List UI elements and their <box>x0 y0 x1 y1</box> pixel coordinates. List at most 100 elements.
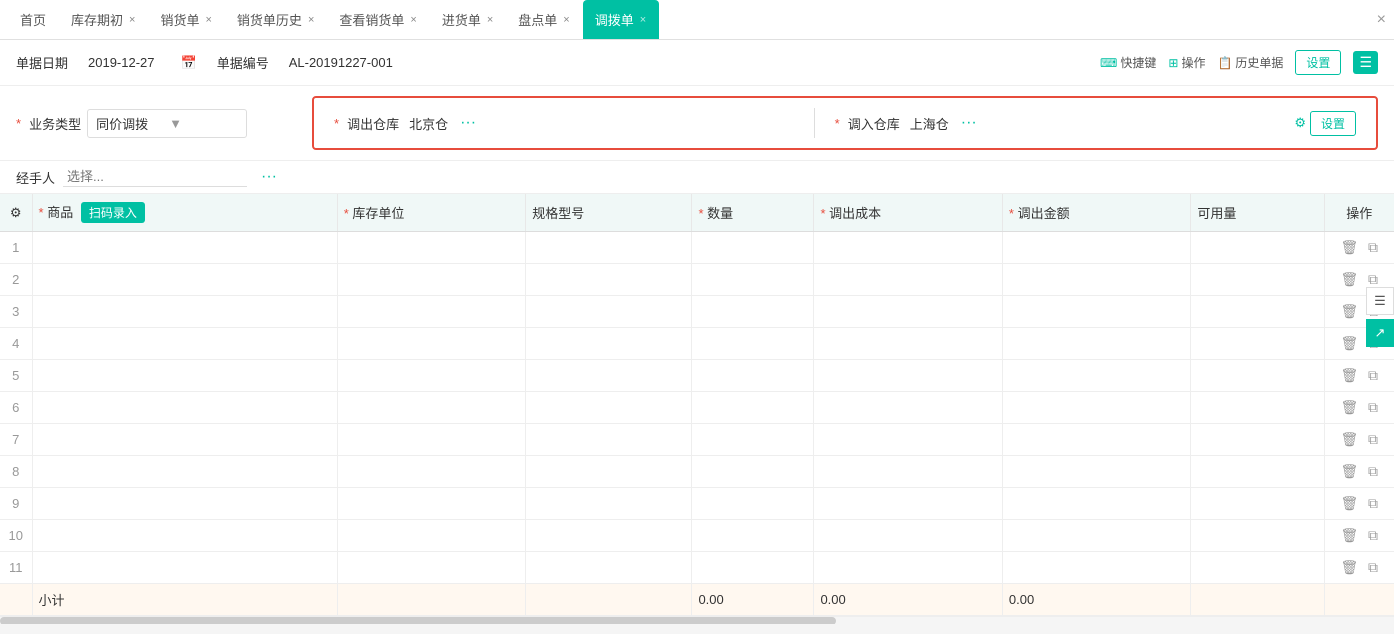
cell-unit[interactable] <box>337 424 525 456</box>
cell-spec[interactable] <box>526 296 692 328</box>
cell-cost[interactable] <box>814 296 1002 328</box>
delete-icon[interactable]: 🗑 <box>1341 431 1359 447</box>
copy-icon[interactable]: ⧉ <box>1368 239 1378 255</box>
cell-amount[interactable] <box>1002 424 1190 456</box>
cell-qty[interactable] <box>692 264 814 296</box>
delete-icon[interactable]: 🗑 <box>1341 495 1359 511</box>
cell-amount[interactable] <box>1002 360 1190 392</box>
cell-unit[interactable] <box>337 328 525 360</box>
cell-cost[interactable] <box>814 488 1002 520</box>
tab-transfer[interactable]: 调拨单 × <box>583 0 659 39</box>
cell-spec[interactable] <box>526 552 692 584</box>
cell-spec[interactable] <box>526 392 692 424</box>
cell-cost[interactable] <box>814 360 1002 392</box>
doc-date-value[interactable]: 2019-12-27 <box>88 55 155 70</box>
cell-qty[interactable] <box>692 520 814 552</box>
person-more-btn[interactable]: ··· <box>261 168 277 186</box>
cell-product[interactable] <box>32 232 337 264</box>
close-window-button[interactable]: × <box>1377 11 1386 29</box>
cell-unit[interactable] <box>337 456 525 488</box>
cell-qty[interactable] <box>692 488 814 520</box>
cell-cost[interactable] <box>814 424 1002 456</box>
cell-available[interactable] <box>1191 232 1324 264</box>
person-input[interactable] <box>63 167 247 187</box>
col-settings[interactable]: ⚙ <box>0 194 32 232</box>
cell-available[interactable] <box>1191 520 1324 552</box>
cell-cost[interactable] <box>814 264 1002 296</box>
cell-product[interactable] <box>32 264 337 296</box>
delete-icon[interactable]: 🗑 <box>1341 527 1359 543</box>
cell-product[interactable] <box>32 360 337 392</box>
cell-unit[interactable] <box>337 392 525 424</box>
cell-product[interactable] <box>32 456 337 488</box>
cell-amount[interactable] <box>1002 488 1190 520</box>
cell-available[interactable] <box>1191 488 1324 520</box>
delete-icon[interactable]: 🗑 <box>1341 463 1359 479</box>
copy-icon[interactable]: ⧉ <box>1368 495 1378 511</box>
cell-amount[interactable] <box>1002 328 1190 360</box>
cell-available[interactable] <box>1191 456 1324 488</box>
cell-spec[interactable] <box>526 264 692 296</box>
cell-available[interactable] <box>1191 328 1324 360</box>
cell-spec[interactable] <box>526 520 692 552</box>
close-view-sales[interactable]: × <box>410 14 416 26</box>
cell-spec[interactable] <box>526 456 692 488</box>
cell-available[interactable] <box>1191 360 1324 392</box>
history-btn[interactable]: 📋 历史单据 <box>1217 54 1283 71</box>
delete-icon[interactable]: 🗑 <box>1341 271 1359 287</box>
cell-unit[interactable] <box>337 232 525 264</box>
delete-icon[interactable]: 🗑 <box>1341 303 1359 319</box>
delete-icon[interactable]: 🗑 <box>1341 239 1359 255</box>
transfer-out-value[interactable]: 北京仓 <box>409 114 448 133</box>
cell-product[interactable] <box>32 296 337 328</box>
tab-view-sales[interactable]: 查看销货单 × <box>327 0 429 39</box>
gear-icon[interactable]: ⚙ <box>1294 115 1306 131</box>
warehouse-settings-button[interactable]: 设置 <box>1310 111 1356 136</box>
cell-qty[interactable] <box>692 328 814 360</box>
operations-btn[interactable]: ⊞ 操作 <box>1168 54 1205 71</box>
cell-available[interactable] <box>1191 264 1324 296</box>
cell-qty[interactable] <box>692 296 814 328</box>
transfer-in-value[interactable]: 上海仓 <box>910 114 949 133</box>
copy-icon[interactable]: ⧉ <box>1368 367 1378 383</box>
cell-amount[interactable] <box>1002 232 1190 264</box>
transfer-in-more-btn[interactable]: ··· <box>961 114 977 132</box>
close-purchase[interactable]: × <box>487 14 493 26</box>
calendar-icon[interactable]: 📅 <box>181 55 197 71</box>
cell-available[interactable] <box>1191 296 1324 328</box>
business-type-select[interactable]: 同价调拨 ▼ <box>87 109 247 138</box>
copy-icon[interactable]: ⧉ <box>1368 431 1378 447</box>
tab-sales-history[interactable]: 销货单历史 × <box>225 0 327 39</box>
cell-amount[interactable] <box>1002 264 1190 296</box>
cell-unit[interactable] <box>337 296 525 328</box>
cell-cost[interactable] <box>814 456 1002 488</box>
cell-product[interactable] <box>32 520 337 552</box>
tab-stock-init[interactable]: 库存期初 × <box>59 0 148 39</box>
cell-spec[interactable] <box>526 232 692 264</box>
tab-purchase[interactable]: 进货单 × <box>430 0 506 39</box>
delete-icon[interactable]: 🗑 <box>1341 335 1359 351</box>
cell-product[interactable] <box>32 552 337 584</box>
cell-cost[interactable] <box>814 232 1002 264</box>
float-list-btn[interactable]: ☰ <box>1366 287 1394 315</box>
cell-qty[interactable] <box>692 424 814 456</box>
cell-cost[interactable] <box>814 520 1002 552</box>
cell-product[interactable] <box>32 424 337 456</box>
cell-unit[interactable] <box>337 488 525 520</box>
cell-spec[interactable] <box>526 328 692 360</box>
cell-spec[interactable] <box>526 424 692 456</box>
cell-unit[interactable] <box>337 360 525 392</box>
copy-icon[interactable]: ⧉ <box>1368 463 1378 479</box>
cell-product[interactable] <box>32 328 337 360</box>
transfer-out-more-btn[interactable]: ··· <box>460 114 476 132</box>
close-transfer[interactable]: × <box>640 14 646 26</box>
cell-amount[interactable] <box>1002 552 1190 584</box>
settings-button[interactable]: 设置 <box>1295 50 1341 75</box>
cell-available[interactable] <box>1191 424 1324 456</box>
close-stock-init[interactable]: × <box>129 14 135 26</box>
delete-icon[interactable]: 🗑 <box>1341 399 1359 415</box>
cell-cost[interactable] <box>814 328 1002 360</box>
table-gear-icon[interactable]: ⚙ <box>10 205 22 220</box>
cell-unit[interactable] <box>337 520 525 552</box>
cell-qty[interactable] <box>692 392 814 424</box>
